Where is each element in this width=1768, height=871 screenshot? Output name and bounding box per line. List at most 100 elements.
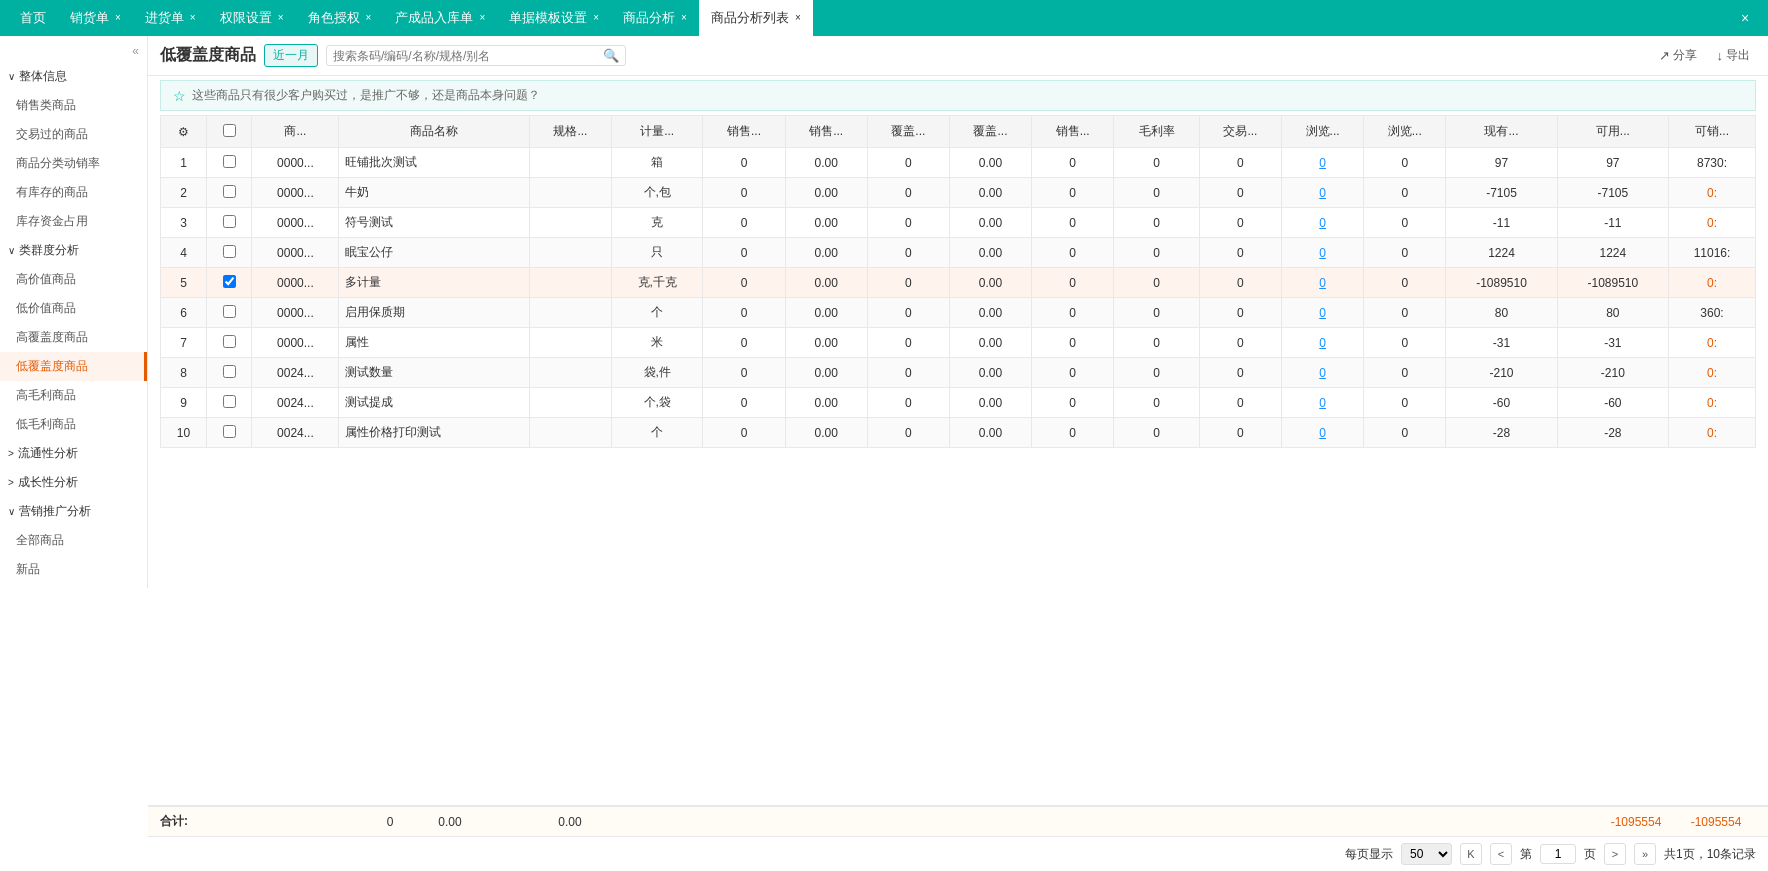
nav-sales-order[interactable]: 销货单 × <box>58 0 133 36</box>
nav-permission[interactable]: 权限设置 × <box>208 0 296 36</box>
current-page-input[interactable] <box>1540 844 1576 864</box>
row-checkbox[interactable] <box>223 185 236 198</box>
nav-product-in[interactable]: 产成品入库单 × <box>383 0 497 36</box>
cell-cover1: 0 <box>867 238 949 268</box>
cell-browse1[interactable]: 0 <box>1282 178 1364 208</box>
cell-browse1[interactable]: 0 <box>1282 388 1364 418</box>
sidebar-item-in-stock-products[interactable]: 有库存的商品 <box>0 178 147 207</box>
row-checkbox[interactable] <box>223 395 236 408</box>
nav-purchase-order[interactable]: 进货单 × <box>133 0 208 36</box>
cell-checkbox[interactable] <box>207 358 252 388</box>
nav-product-analysis[interactable]: 商品分析 × <box>611 0 699 36</box>
cell-sellable: 0: <box>1669 388 1756 418</box>
share-btn[interactable]: ↗ 分享 <box>1653 44 1703 67</box>
export-btn[interactable]: ↓ 导出 <box>1711 44 1757 67</box>
nav-close-sales-order[interactable]: × <box>115 0 121 36</box>
cell-cover1: 0 <box>867 328 949 358</box>
window-close-btn[interactable]: × <box>1730 3 1760 33</box>
nav-product-analysis-list[interactable]: 商品分析列表 × <box>699 0 813 36</box>
cell-browse1[interactable]: 0 <box>1282 208 1364 238</box>
sidebar-item-high-coverage[interactable]: 高覆盖度商品 <box>0 323 147 352</box>
select-all-checkbox[interactable] <box>223 124 236 137</box>
cell-checkbox[interactable] <box>207 268 252 298</box>
sidebar-section-overall[interactable]: ∨ 整体信息 <box>0 62 147 91</box>
cell-browse1[interactable]: 0 <box>1282 148 1364 178</box>
sidebar-item-low-coverage[interactable]: 低覆盖度商品 <box>0 352 147 381</box>
sidebar-section-cluster[interactable]: ∨ 类群度分析 <box>0 236 147 265</box>
sidebar-item-low-value[interactable]: 低价值商品 <box>0 294 147 323</box>
cell-browse1[interactable]: 0 <box>1282 418 1364 448</box>
cell-browse1[interactable]: 0 <box>1282 238 1364 268</box>
sidebar-item-category-sales-rate[interactable]: 商品分类动销率 <box>0 149 147 178</box>
cell-browse1[interactable]: 0 <box>1282 298 1364 328</box>
row-checkbox[interactable] <box>223 365 236 378</box>
nav-home[interactable]: 首页 <box>8 0 58 36</box>
sidebar-wrapper: « ∨ 整体信息 销售类商品 交易过的商品 商品分类动销率 有库存的商品 库存资… <box>0 36 148 871</box>
sidebar-item-new-products[interactable]: 新品 <box>0 555 147 584</box>
row-checkbox[interactable] <box>223 215 236 228</box>
row-checkbox[interactable] <box>223 275 236 288</box>
cell-sales2: 0 <box>1032 328 1114 358</box>
totals-row: 合计: 0 0.00 0.00 -1095554 -1095554 <box>148 805 1768 836</box>
nav-close-template[interactable]: × <box>593 0 599 36</box>
totals-sales-amt: 0.00 <box>420 815 480 829</box>
nav-role-auth[interactable]: 角色授权 × <box>296 0 384 36</box>
cell-checkbox[interactable] <box>207 418 252 448</box>
cell-browse1[interactable]: 0 <box>1282 328 1364 358</box>
next-page-btn[interactable]: > <box>1604 843 1626 865</box>
cell-browse1[interactable]: 0 <box>1282 268 1364 298</box>
page-label: 第 <box>1520 846 1532 863</box>
th-settings[interactable]: ⚙ <box>161 116 207 148</box>
nav-close-product-analysis[interactable]: × <box>681 0 687 36</box>
sidebar-section-growth[interactable]: > 成长性分析 <box>0 468 147 497</box>
nav-close-purchase[interactable]: × <box>190 0 196 36</box>
sidebar-item-low-margin[interactable]: 低毛利商品 <box>0 410 147 439</box>
cell-sales-qty: 0 <box>703 418 785 448</box>
search-input[interactable] <box>333 49 599 63</box>
table-row: 3 0000... 符号测试 克 0 0.00 0 0.00 0 0 0 0 0… <box>161 208 1756 238</box>
last-page-btn[interactable]: » <box>1634 843 1656 865</box>
nav-close-product-in[interactable]: × <box>479 0 485 36</box>
sidebar-item-stock-capital[interactable]: 库存资金占用 <box>0 207 147 236</box>
cell-browse2: 0 <box>1364 388 1446 418</box>
cell-checkbox[interactable] <box>207 328 252 358</box>
cell-checkbox[interactable] <box>207 208 252 238</box>
cell-checkbox[interactable] <box>207 388 252 418</box>
table-row: 6 0000... 启用保质期 个 0 0.00 0 0.00 0 0 0 0 … <box>161 298 1756 328</box>
th-checkbox[interactable] <box>207 116 252 148</box>
filter-period-btn[interactable]: 近一月 <box>264 44 318 67</box>
row-checkbox[interactable] <box>223 305 236 318</box>
sidebar-item-high-value[interactable]: 高价值商品 <box>0 265 147 294</box>
nav-close-role-auth[interactable]: × <box>366 0 372 36</box>
sidebar-section-marketing[interactable]: ∨ 营销推广分析 <box>0 497 147 526</box>
cell-checkbox[interactable] <box>207 178 252 208</box>
row-checkbox[interactable] <box>223 245 236 258</box>
sidebar-item-sales-products[interactable]: 销售类商品 <box>0 91 147 120</box>
sidebar-section-liquidity[interactable]: > 流通性分析 <box>0 439 147 468</box>
cell-trans: 0 <box>1199 418 1281 448</box>
cell-browse2: 0 <box>1364 208 1446 238</box>
cell-browse2: 0 <box>1364 298 1446 328</box>
nav-template[interactable]: 单据模板设置 × <box>497 0 611 36</box>
row-checkbox[interactable] <box>223 155 236 168</box>
header-actions: ↗ 分享 ↓ 导出 <box>1653 44 1757 67</box>
search-icon[interactable]: 🔍 <box>603 48 619 63</box>
cell-checkbox[interactable] <box>207 238 252 268</box>
nav-close-permission[interactable]: × <box>278 0 284 36</box>
prev-page-btn[interactable]: < <box>1490 843 1512 865</box>
first-page-btn[interactable]: K <box>1460 843 1482 865</box>
row-checkbox[interactable] <box>223 335 236 348</box>
sidebar-item-traded-products[interactable]: 交易过的商品 <box>0 120 147 149</box>
sidebar-collapse-btn[interactable]: « <box>132 44 139 58</box>
cell-name: 测试数量 <box>339 358 529 388</box>
cell-checkbox[interactable] <box>207 148 252 178</box>
sidebar-item-all-products[interactable]: 全部商品 <box>0 526 147 555</box>
cell-checkbox[interactable] <box>207 298 252 328</box>
cell-browse1[interactable]: 0 <box>1282 358 1364 388</box>
per-page-select[interactable]: 50 20 100 200 <box>1401 843 1452 865</box>
cell-sellable: 0: <box>1669 268 1756 298</box>
cell-spec <box>529 178 611 208</box>
nav-close-product-analysis-list[interactable]: × <box>795 0 801 36</box>
row-checkbox[interactable] <box>223 425 236 438</box>
sidebar-item-high-margin[interactable]: 高毛利商品 <box>0 381 147 410</box>
